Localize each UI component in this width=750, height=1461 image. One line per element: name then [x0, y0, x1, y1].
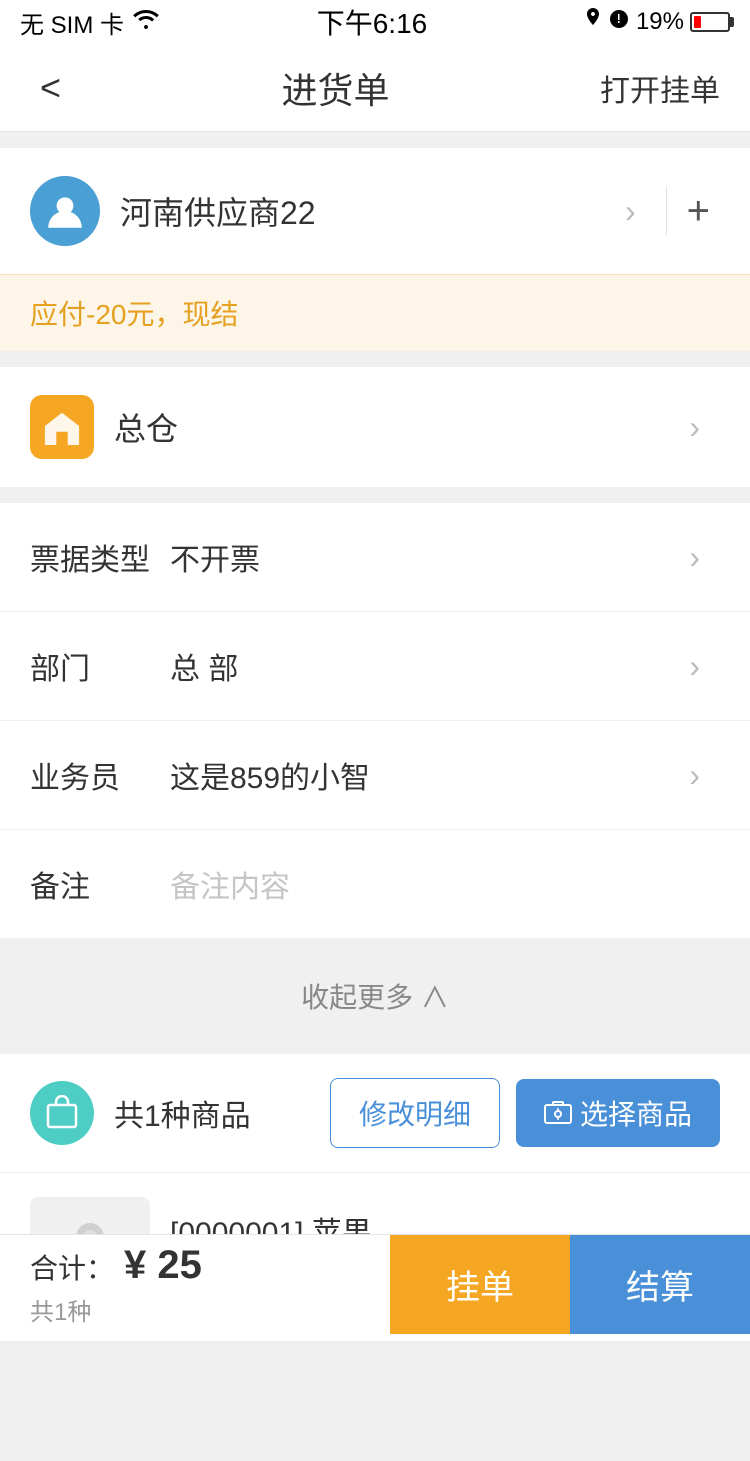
products-icon: [30, 1081, 94, 1145]
status-bar-left: 无 SIM 卡: [20, 5, 160, 40]
dept-row[interactable]: 部门 总 部 ›: [0, 612, 750, 721]
note-label: 备注: [30, 862, 160, 906]
note-row[interactable]: 备注 备注内容: [0, 830, 750, 938]
settle-button[interactable]: 结算: [570, 1235, 750, 1334]
page-title: 进货单: [282, 62, 390, 114]
select-product-label: 选择商品: [580, 1093, 692, 1133]
hold-button[interactable]: 挂单: [390, 1235, 570, 1334]
alarm-icon: [608, 8, 630, 37]
dept-label: 部门: [30, 644, 160, 688]
nav-bar: < 进货单 打开挂单: [0, 44, 750, 132]
invoice-value: 不开票: [160, 535, 689, 579]
total-label: 合计：: [30, 1247, 114, 1287]
staff-row[interactable]: 业务员 这是859的小智 ›: [0, 721, 750, 830]
status-time: 下午6:16: [317, 2, 428, 42]
battery-icon: [690, 12, 730, 32]
invoice-chevron-icon: ›: [689, 539, 700, 576]
supplier-row[interactable]: 河南供应商22 › +: [0, 148, 750, 274]
staff-chevron-icon: ›: [689, 757, 700, 794]
supplier-chevron-icon: ›: [625, 193, 636, 230]
products-header: 共1种商品 修改明细 选择商品: [0, 1054, 750, 1173]
form-section: 票据类型 不开票 › 部门 总 部 › 业务员 这是859的小智 › 备注 备注…: [0, 503, 750, 938]
divider: [666, 186, 667, 236]
supplier-section: 河南供应商22 › + 应付-20元，现结: [0, 148, 750, 351]
supplier-avatar: [30, 176, 100, 246]
payment-hint: 应付-20元，现结: [0, 274, 750, 351]
location-icon: [584, 8, 602, 37]
bottom-total: 合计： ¥ 25 共1种: [0, 1235, 390, 1334]
status-bar: 无 SIM 卡 下午6:16 19%: [0, 0, 750, 44]
products-count: 共1种商品: [114, 1091, 330, 1135]
supplier-name: 河南供应商22: [120, 188, 625, 234]
select-product-button[interactable]: 选择商品: [516, 1079, 720, 1147]
edit-detail-button[interactable]: 修改明细: [330, 1078, 500, 1148]
dept-chevron-icon: ›: [689, 648, 700, 685]
total-amount: ¥ 25: [124, 1243, 202, 1288]
note-placeholder[interactable]: 备注内容: [160, 862, 720, 906]
open-hold-button[interactable]: 打开挂单: [600, 66, 720, 110]
warehouse-section[interactable]: 总仓 ›: [0, 367, 750, 487]
warehouse-chevron-icon: ›: [689, 409, 700, 446]
staff-value: 这是859的小智: [160, 753, 689, 797]
invoice-label: 票据类型: [30, 535, 160, 579]
dept-value: 总 部: [160, 644, 689, 688]
status-bar-right: 19%: [584, 8, 730, 37]
bottom-bar: 合计： ¥ 25 共1种 挂单 结算: [0, 1234, 750, 1334]
invoice-row[interactable]: 票据类型 不开票 ›: [0, 503, 750, 612]
staff-label: 业务员: [30, 753, 160, 797]
collapse-bar[interactable]: 收起更多 ∧: [0, 954, 750, 1038]
warehouse-icon: [30, 395, 94, 459]
wifi-icon: [132, 8, 160, 36]
warehouse-name: 总仓: [114, 404, 689, 450]
total-sub: 共1种: [30, 1292, 360, 1327]
back-button[interactable]: <: [30, 57, 71, 119]
add-button[interactable]: +: [677, 189, 720, 234]
carrier-text: 无 SIM 卡: [20, 5, 124, 40]
battery-percent: 19%: [636, 8, 684, 36]
